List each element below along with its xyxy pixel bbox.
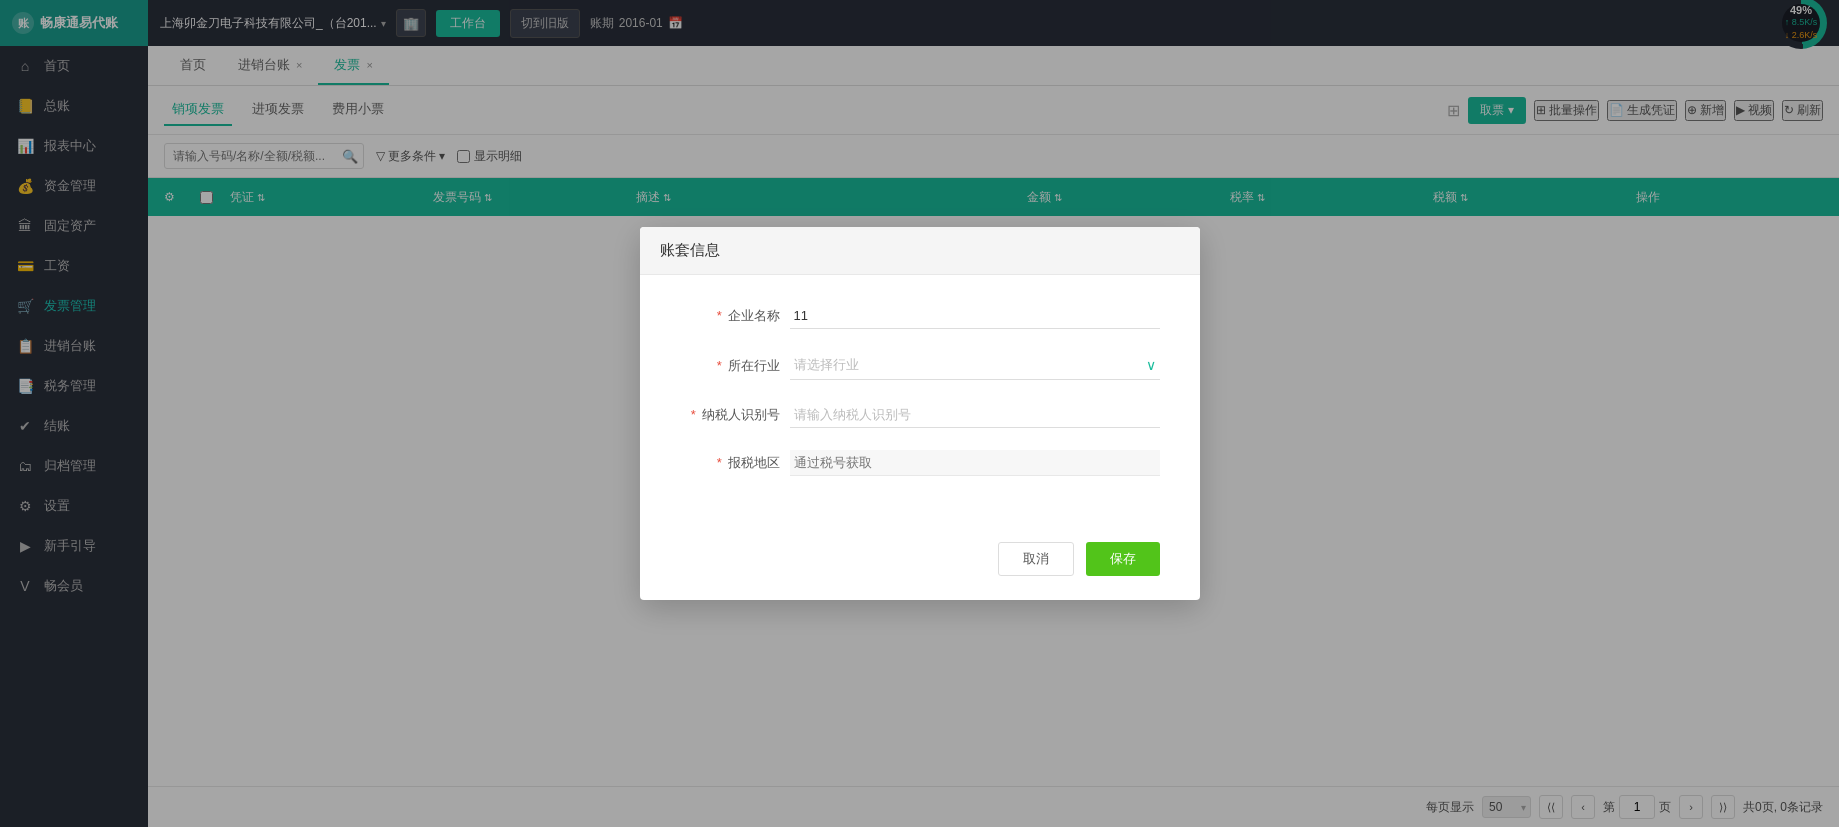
industry-select[interactable]: 请选择行业 ∨ xyxy=(790,351,1160,380)
account-info-modal: 账套信息 * 企业名称 * 所在行业 请选择行业 ∨ xyxy=(640,227,1200,600)
required-mark: * xyxy=(717,308,722,323)
cancel-button[interactable]: 取消 xyxy=(998,542,1074,576)
required-mark-4: * xyxy=(717,455,722,470)
modal-overlay[interactable]: 账套信息 * 企业名称 * 所在行业 请选择行业 ∨ xyxy=(0,0,1839,827)
modal-header: 账套信息 xyxy=(640,227,1200,275)
tax-region-input xyxy=(790,450,1160,476)
tax-region-row: * 报税地区 xyxy=(680,450,1160,476)
tax-id-row: * 纳税人识别号 xyxy=(680,402,1160,428)
tax-id-input[interactable] xyxy=(790,402,1160,428)
required-mark-2: * xyxy=(717,358,722,373)
industry-placeholder: 请选择行业 xyxy=(794,356,1146,374)
company-name-row: * 企业名称 xyxy=(680,303,1160,329)
industry-chevron-icon: ∨ xyxy=(1146,357,1156,373)
modal-body: * 企业名称 * 所在行业 请选择行业 ∨ * xyxy=(640,275,1200,526)
company-name-input[interactable] xyxy=(790,303,1160,329)
industry-row: * 所在行业 请选择行业 ∨ xyxy=(680,351,1160,380)
tax-region-label: * 报税地区 xyxy=(680,454,790,472)
save-button[interactable]: 保存 xyxy=(1086,542,1160,576)
required-mark-3: * xyxy=(691,407,696,422)
tax-id-label: * 纳税人识别号 xyxy=(680,406,790,424)
modal-footer: 取消 保存 xyxy=(640,526,1200,600)
industry-label: * 所在行业 xyxy=(680,357,790,375)
modal-title: 账套信息 xyxy=(660,241,720,258)
company-name-label: * 企业名称 xyxy=(680,307,790,325)
